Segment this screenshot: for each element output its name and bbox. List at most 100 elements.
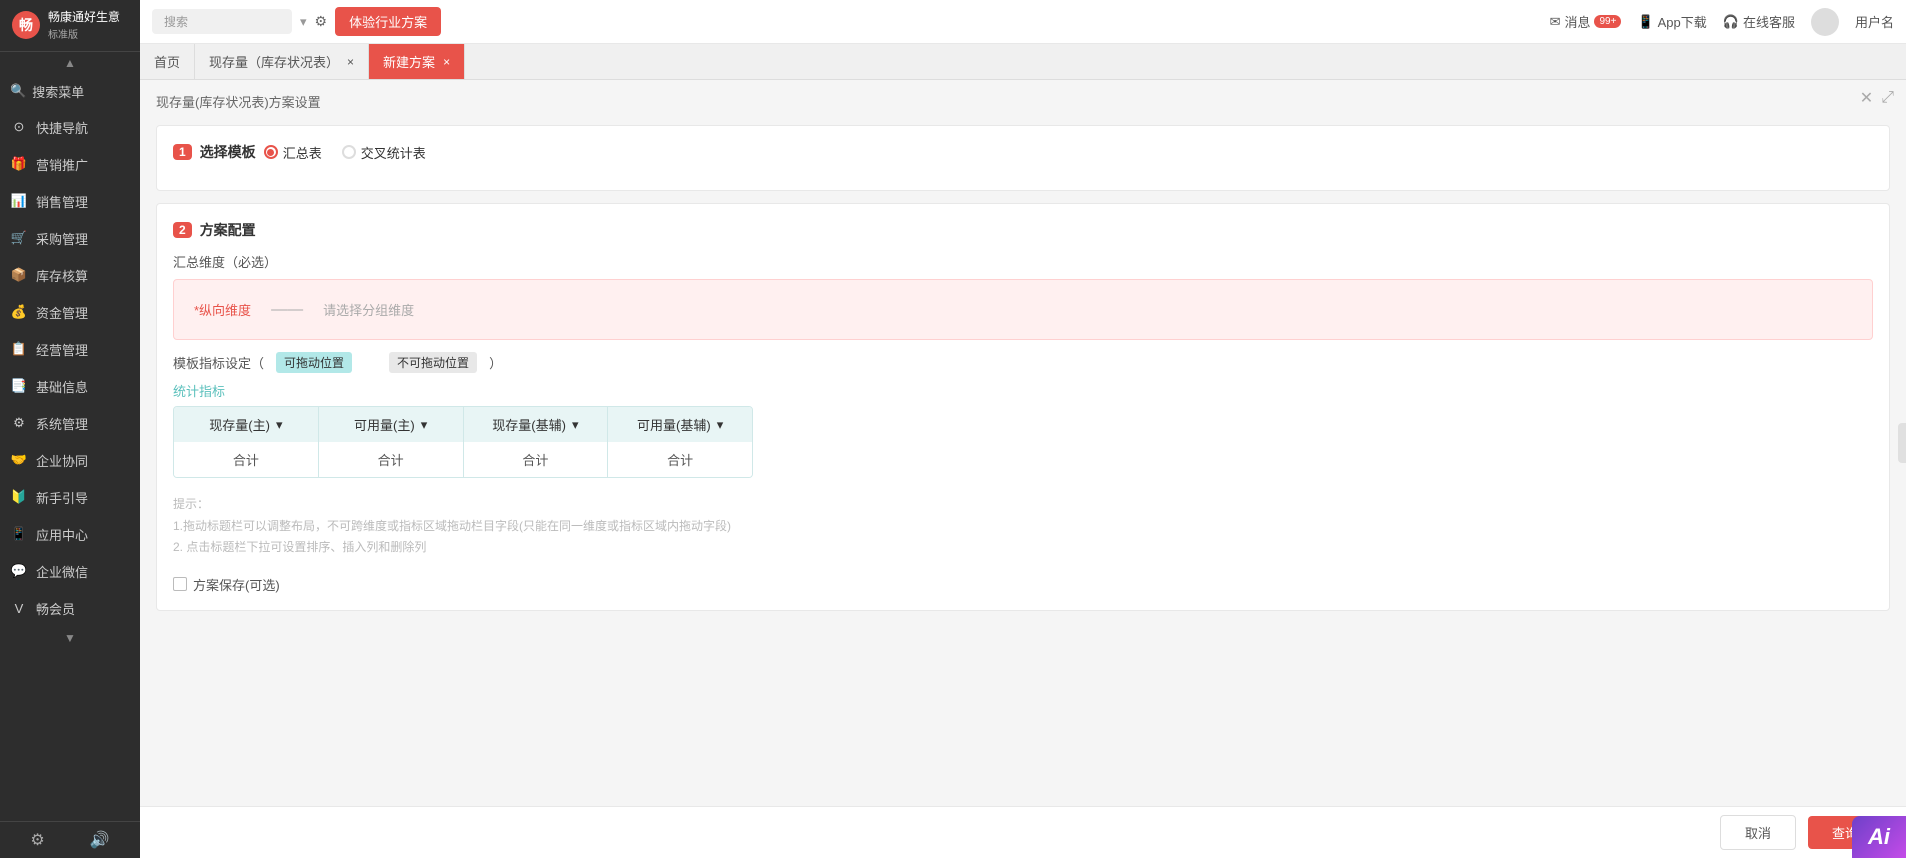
- sidebar-item-membership[interactable]: V 畅会员: [0, 590, 140, 627]
- step2-title: 方案配置: [200, 220, 256, 240]
- indicator-sep: [364, 353, 377, 372]
- sidebar-item-label: 营销推广: [36, 155, 88, 174]
- stats-col-0-dropdown-icon: ▾: [276, 417, 283, 433]
- stats-table-header: 现存量(主) ▾ 可用量(主) ▾ 现存量(基辅) ▾: [174, 407, 752, 442]
- doc-icon: 📑: [10, 377, 28, 395]
- sidebar-scroll-up[interactable]: ▲: [0, 52, 140, 74]
- cancel-button[interactable]: 取消: [1720, 815, 1796, 850]
- indicator-label: 模板指标设定（: [173, 353, 264, 372]
- trial-button[interactable]: 体验行业方案: [335, 7, 441, 36]
- main-area: 搜索 ▾ ⚙ 体验行业方案 ✉ 消息 99+ 📱 App下载 🎧 在线客服 用户…: [140, 0, 1906, 858]
- sidebar-item-cooperation[interactable]: 🤝 企业协同: [0, 442, 140, 479]
- step1-title: 选择模板: [200, 142, 256, 162]
- save-option: 方案保存(可选): [173, 575, 1873, 594]
- sidebar-bottom: ⚙ 🔊: [0, 821, 140, 858]
- sidebar-item-basic-info[interactable]: 📑 基础信息: [0, 368, 140, 405]
- resize-handle[interactable]: [1898, 423, 1906, 463]
- sidebar-item-operation[interactable]: 📋 经营管理: [0, 331, 140, 368]
- sidebar-item-quick-nav[interactable]: ⊙ 快捷导航: [0, 109, 140, 146]
- topbar-right: ✉ 消息 99+ 📱 App下载 🎧 在线客服 用户名: [1550, 8, 1894, 36]
- messages-button[interactable]: ✉ 消息 99+: [1550, 12, 1622, 31]
- sidebar-item-label: 企业微信: [36, 562, 88, 581]
- sidebar-item-system[interactable]: ⚙ 系统管理: [0, 405, 140, 442]
- username-label[interactable]: 用户名: [1855, 12, 1894, 31]
- tips-line-1: 2. 点击标题栏下拉可设置排序、插入列和删除列: [173, 537, 1873, 559]
- radio-summary[interactable]: 汇总表: [264, 143, 322, 162]
- stats-col-1[interactable]: 可用量(主) ▾: [319, 407, 464, 442]
- dimension-required-mark: *纵向维度: [194, 300, 251, 319]
- step2-header: 2 方案配置: [173, 220, 1873, 240]
- panel-close-icon[interactable]: ✕: [1860, 88, 1873, 108]
- sidebar-search-label: 搜索菜单: [32, 82, 84, 101]
- sidebar-scroll-down[interactable]: ▼: [0, 627, 140, 649]
- app-download-label: App下载: [1658, 12, 1707, 31]
- sidebar-item-marketing[interactable]: 🎁 营销推广: [0, 146, 140, 183]
- tab-inventory-status[interactable]: 现存量（库存状况表） ×: [195, 44, 369, 79]
- footer-bar: 取消 查询: [140, 806, 1906, 858]
- sidebar: 畅 畅康通好生意 标准版 ▲ 🔍 搜索菜单 ⊙ 快捷导航 🎁 营销推广 📊 销售…: [0, 0, 140, 858]
- panel-expand-icon[interactable]: ⤢: [1881, 89, 1894, 107]
- settings-icon[interactable]: ⚙: [315, 13, 328, 30]
- stats-col-2[interactable]: 现存量(基辅) ▾: [464, 407, 609, 442]
- messages-badge: 99+: [1594, 15, 1621, 28]
- sidebar-item-inventory[interactable]: 📦 库存核算: [0, 257, 140, 294]
- radio-cross[interactable]: 交叉统计表: [342, 143, 426, 162]
- tips-title: 提示：: [173, 494, 1873, 516]
- template-radio-group: 汇总表 交叉统计表: [264, 143, 426, 162]
- online-service-button[interactable]: 🎧 在线客服: [1723, 12, 1795, 31]
- stats-col-3-dropdown-icon: ▾: [717, 417, 724, 433]
- tab-new-plan-label: 新建方案: [383, 52, 435, 71]
- tips-section: 提示： 1.拖动标题栏可以调整布局，不可跨维度或指标区域拖动栏目字段(只能在同一…: [173, 494, 1873, 559]
- tab-home[interactable]: 首页: [140, 44, 195, 79]
- speaker-bottom-icon[interactable]: 🔊: [90, 830, 110, 850]
- sidebar-item-label: 应用中心: [36, 525, 88, 544]
- sidebar-item-finance[interactable]: 💰 资金管理: [0, 294, 140, 331]
- save-checkbox[interactable]: [173, 577, 187, 591]
- tab-new-plan-close[interactable]: ×: [443, 55, 450, 69]
- logo-text: 畅康通好生意 标准版: [48, 10, 120, 41]
- cart-icon: 🛒: [10, 229, 28, 247]
- stats-col-3-label: 可用量(基辅): [637, 415, 711, 434]
- tips-line-0: 1.拖动标题栏可以调整布局，不可跨维度或指标区域拖动栏目字段(只能在同一维度或指…: [173, 516, 1873, 538]
- step2-section: 2 方案配置 汇总维度（必选） *纵向维度 —— 请选择分组维度 模板指标设定（…: [156, 203, 1890, 611]
- topbar-search-box[interactable]: 搜索: [152, 9, 292, 34]
- indicator-draggable-badge: 可拖动位置: [276, 352, 352, 373]
- tab-new-plan[interactable]: 新建方案 ×: [369, 44, 465, 79]
- dropdown-icon[interactable]: ▾: [300, 14, 307, 30]
- panel-controls: ✕ ⤢: [1860, 88, 1894, 108]
- sidebar-item-label: 资金管理: [36, 303, 88, 322]
- tab-home-label: 首页: [154, 52, 180, 71]
- stats-col-3[interactable]: 可用量(基辅) ▾: [608, 407, 752, 442]
- gear-icon: ⚙: [10, 414, 28, 432]
- dimension-placeholder: 请选择分组维度: [323, 300, 414, 319]
- radio-cross-label: 交叉统计表: [361, 143, 426, 162]
- guide-icon: 🔰: [10, 488, 28, 506]
- user-avatar[interactable]: [1811, 8, 1839, 36]
- app-download-button[interactable]: 📱 App下载: [1637, 12, 1706, 31]
- stats-col-2-label: 现存量(基辅): [492, 415, 566, 434]
- stats-table-body: 合计 合计 合计 合计: [174, 442, 752, 477]
- sidebar-item-wechat[interactable]: 💬 企业微信: [0, 553, 140, 590]
- stats-body-cell-2: 合计: [464, 442, 609, 477]
- stats-body-cell-1: 合计: [319, 442, 464, 477]
- online-service-label: 在线客服: [1743, 12, 1795, 31]
- home-icon: ⊙: [10, 118, 28, 136]
- sidebar-item-label: 基础信息: [36, 377, 88, 396]
- sidebar-item-new-guide[interactable]: 🔰 新手引导: [0, 479, 140, 516]
- stats-col-0[interactable]: 现存量(主) ▾: [174, 407, 319, 442]
- sidebar-item-label: 畅会员: [36, 599, 75, 618]
- sidebar-item-app-center[interactable]: 📱 应用中心: [0, 516, 140, 553]
- tab-inventory-status-close[interactable]: ×: [347, 55, 354, 69]
- handshake-icon: 🤝: [10, 451, 28, 469]
- sidebar-item-label: 企业协同: [36, 451, 88, 470]
- sidebar-item-purchase[interactable]: 🛒 采购管理: [0, 220, 140, 257]
- dimension-area[interactable]: *纵向维度 —— 请选择分组维度: [173, 279, 1873, 340]
- sidebar-search[interactable]: 🔍 搜索菜单: [0, 74, 140, 109]
- stats-section: 统计指标 现存量(主) ▾ 可用量(主) ▾: [173, 381, 1873, 478]
- settings-bottom-icon[interactable]: ⚙: [30, 830, 44, 850]
- wechat-icon: 💬: [10, 562, 28, 580]
- ai-badge[interactable]: Ai: [1852, 816, 1906, 858]
- radio-summary-label: 汇总表: [283, 143, 322, 162]
- sidebar-item-sales[interactable]: 📊 销售管理: [0, 183, 140, 220]
- sidebar-item-label: 快捷导航: [36, 118, 88, 137]
